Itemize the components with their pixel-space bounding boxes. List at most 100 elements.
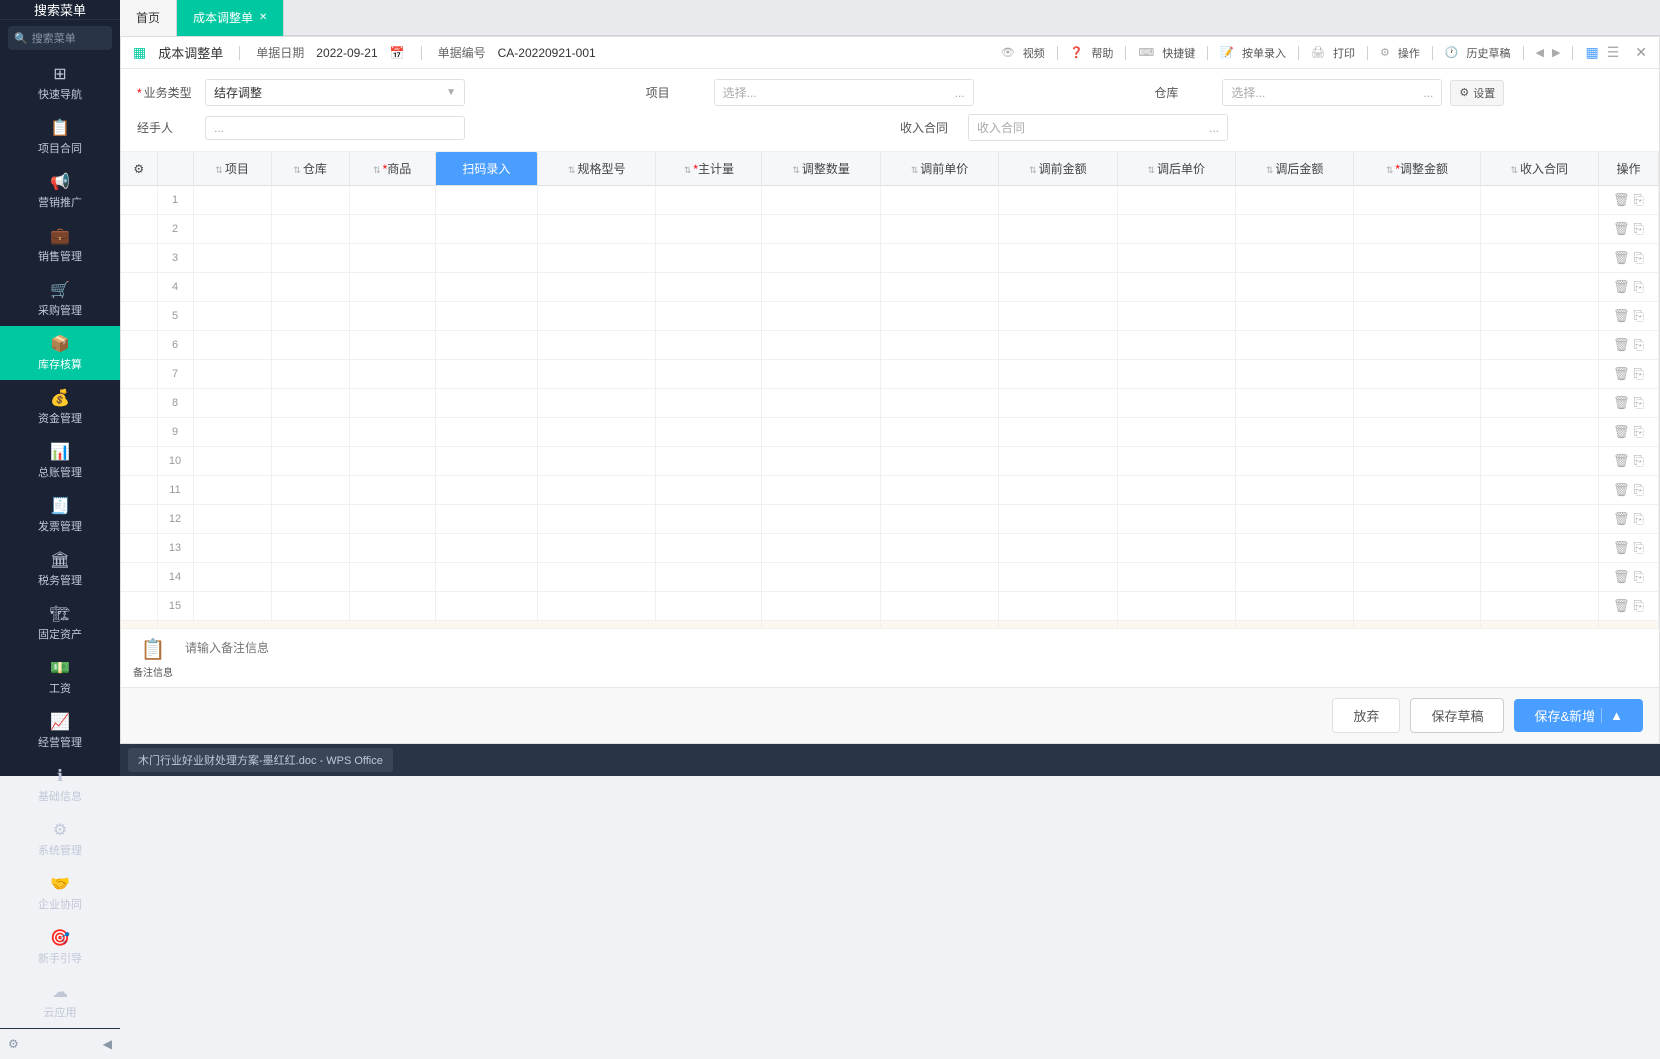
- toolbar-print-btn[interactable]: 打印: [1333, 45, 1355, 61]
- tab-cost-adjust[interactable]: 成本调整单 ✕: [177, 0, 284, 36]
- row-adj-qty-cell[interactable]: [762, 215, 880, 244]
- row-income-contract-cell[interactable]: [1480, 389, 1598, 418]
- business-type-input[interactable]: 结存调整 ▼: [205, 79, 465, 106]
- row-pre-price-cell[interactable]: [880, 186, 998, 215]
- row-adj-amount-cell[interactable]: [1354, 563, 1480, 592]
- row-delete-btn[interactable]: 🗑: [1613, 221, 1630, 237]
- row-project-cell[interactable]: [193, 244, 271, 273]
- income-contract-input[interactable]: 收入合同 ...: [968, 114, 1228, 141]
- row-delete-btn[interactable]: 🗑: [1613, 598, 1630, 614]
- row-pre-amount-cell[interactable]: [999, 273, 1117, 302]
- row-scan-cell[interactable]: [435, 244, 537, 273]
- row-scan-cell[interactable]: [435, 360, 537, 389]
- row-spec-cell[interactable]: [538, 302, 656, 331]
- row-income-contract-cell[interactable]: [1480, 476, 1598, 505]
- agent-input[interactable]: ...: [205, 116, 465, 140]
- row-product-cell[interactable]: [349, 244, 435, 273]
- sidebar-item-enterprise-coop[interactable]: 🤝 企业协同: [0, 866, 120, 920]
- row-spec-cell[interactable]: [538, 418, 656, 447]
- row-pre-price-cell[interactable]: [880, 534, 998, 563]
- save-new-button[interactable]: 保存&新增 ▲: [1514, 699, 1643, 732]
- toolbar-prev-icon[interactable]: ◀: [1536, 46, 1544, 59]
- row-post-price-cell[interactable]: [1117, 389, 1235, 418]
- row-scan-cell[interactable]: [435, 563, 537, 592]
- row-product-cell[interactable]: [349, 563, 435, 592]
- row-spec-cell[interactable]: [538, 505, 656, 534]
- row-delete-btn[interactable]: 🗑: [1613, 540, 1630, 556]
- row-copy-btn[interactable]: ⎘: [1634, 540, 1644, 556]
- row-post-price-cell[interactable]: [1117, 592, 1235, 621]
- row-project-cell[interactable]: [193, 331, 271, 360]
- row-adj-amount-cell[interactable]: [1354, 244, 1480, 273]
- row-product-cell[interactable]: [349, 273, 435, 302]
- row-pre-amount-cell[interactable]: [999, 505, 1117, 534]
- row-warehouse-cell[interactable]: [271, 389, 349, 418]
- row-unit-cell[interactable]: [656, 244, 762, 273]
- row-adj-amount-cell[interactable]: [1354, 186, 1480, 215]
- row-post-price-cell[interactable]: [1117, 186, 1235, 215]
- row-adj-qty-cell[interactable]: [762, 244, 880, 273]
- row-project-cell[interactable]: [193, 563, 271, 592]
- row-post-price-cell[interactable]: [1117, 331, 1235, 360]
- row-product-cell[interactable]: [349, 476, 435, 505]
- row-spec-cell[interactable]: [538, 389, 656, 418]
- row-warehouse-cell[interactable]: [271, 244, 349, 273]
- row-adj-amount-cell[interactable]: [1354, 360, 1480, 389]
- row-adj-amount-cell[interactable]: [1354, 331, 1480, 360]
- row-warehouse-cell[interactable]: [271, 505, 349, 534]
- row-adj-qty-cell[interactable]: [762, 534, 880, 563]
- row-copy-btn[interactable]: ⎘: [1634, 250, 1644, 266]
- row-spec-cell[interactable]: [538, 215, 656, 244]
- row-warehouse-cell[interactable]: [271, 418, 349, 447]
- row-scan-cell[interactable]: [435, 302, 537, 331]
- row-post-price-cell[interactable]: [1117, 563, 1235, 592]
- row-post-amount-cell[interactable]: [1235, 273, 1353, 302]
- sidebar-item-fixed-assets[interactable]: 🏗 固定资产: [0, 596, 120, 650]
- row-income-contract-cell[interactable]: [1480, 592, 1598, 621]
- row-adj-amount-cell[interactable]: [1354, 592, 1480, 621]
- row-unit-cell[interactable]: [656, 360, 762, 389]
- row-product-cell[interactable]: [349, 186, 435, 215]
- toolbar-help-btn[interactable]: 帮助: [1091, 45, 1113, 61]
- row-pre-price-cell[interactable]: [880, 447, 998, 476]
- row-spec-cell[interactable]: [538, 534, 656, 563]
- row-income-contract-cell[interactable]: [1480, 331, 1598, 360]
- row-spec-cell[interactable]: [538, 273, 656, 302]
- row-adj-amount-cell[interactable]: [1354, 215, 1480, 244]
- row-copy-btn[interactable]: ⎘: [1634, 337, 1644, 353]
- row-adj-qty-cell[interactable]: [762, 389, 880, 418]
- toolbar-grid-icon[interactable]: ▦: [1585, 44, 1598, 61]
- row-pre-amount-cell[interactable]: [999, 186, 1117, 215]
- row-warehouse-cell[interactable]: [271, 215, 349, 244]
- row-post-amount-cell[interactable]: [1235, 418, 1353, 447]
- row-adj-amount-cell[interactable]: [1354, 273, 1480, 302]
- row-income-contract-cell[interactable]: [1480, 244, 1598, 273]
- notes-icon-area[interactable]: 📋 备注信息: [133, 637, 173, 679]
- row-scan-cell[interactable]: [435, 389, 537, 418]
- notes-input[interactable]: [185, 637, 1647, 659]
- sidebar-item-purchase-mgmt[interactable]: 🛒 采购管理: [0, 272, 120, 326]
- row-income-contract-cell[interactable]: [1480, 563, 1598, 592]
- row-pre-price-cell[interactable]: [880, 331, 998, 360]
- row-unit-cell[interactable]: [656, 505, 762, 534]
- row-scan-cell[interactable]: [435, 186, 537, 215]
- row-scan-cell[interactable]: [435, 418, 537, 447]
- toolbar-shortcut-btn[interactable]: 快捷键: [1162, 45, 1195, 61]
- row-adj-qty-cell[interactable]: [762, 360, 880, 389]
- save-new-dropdown-icon[interactable]: ▲: [1601, 708, 1623, 723]
- row-adj-qty-cell[interactable]: [762, 331, 880, 360]
- row-income-contract-cell[interactable]: [1480, 418, 1598, 447]
- row-project-cell[interactable]: [193, 360, 271, 389]
- row-project-cell[interactable]: [193, 302, 271, 331]
- row-pre-amount-cell[interactable]: [999, 418, 1117, 447]
- row-copy-btn[interactable]: ⎘: [1634, 192, 1644, 208]
- row-adj-qty-cell[interactable]: [762, 418, 880, 447]
- toolbar-view-btn[interactable]: 视频: [1023, 45, 1045, 61]
- row-post-amount-cell[interactable]: [1235, 534, 1353, 563]
- row-post-amount-cell[interactable]: [1235, 331, 1353, 360]
- row-delete-btn[interactable]: 🗑: [1613, 395, 1630, 411]
- row-project-cell[interactable]: [193, 186, 271, 215]
- row-product-cell[interactable]: [349, 215, 435, 244]
- row-post-amount-cell[interactable]: [1235, 186, 1353, 215]
- settings-button[interactable]: ⚙ 设置: [1450, 80, 1504, 106]
